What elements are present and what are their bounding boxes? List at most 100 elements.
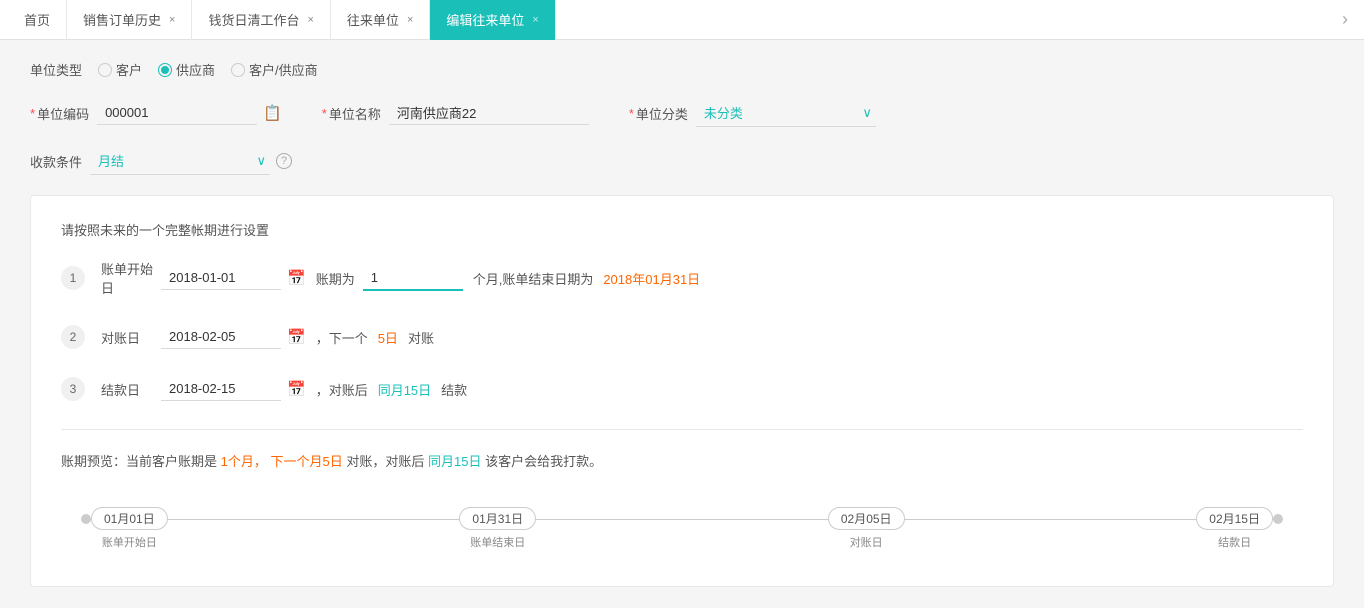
tab-cash-work-label: 钱货日清工作台 [208, 10, 299, 29]
row-num-1: 1 [61, 266, 85, 290]
tab-sales-order-history-close[interactable]: × [169, 14, 175, 26]
timeline-line-container: 01月01日 账单开始日 01月31日 账单结束日 02月05日 对账日 02月… [91, 519, 1273, 562]
tab-more-button[interactable]: › [1334, 9, 1356, 30]
unit-type-label: 单位类型 [30, 60, 82, 79]
tab-cash-work-close[interactable]: × [307, 14, 313, 26]
unit-code-required: * [30, 106, 35, 121]
radio-both-circle [231, 63, 245, 77]
unit-category-label: 单位分类 [636, 104, 688, 123]
reconcile-date-input[interactable] [161, 325, 281, 349]
reconcile-date-label: 对账日 [101, 328, 161, 347]
unit-code-copy-icon[interactable]: 📋 [263, 104, 282, 122]
timeline-point-1: 01月01日 账单开始日 [91, 507, 168, 550]
period-input[interactable] [363, 266, 463, 291]
tab-home-label: 首页 [24, 10, 50, 29]
reconcile-date-cal-icon[interactable]: 📅 [287, 328, 306, 346]
timeline-desc-3: 对账日 [850, 534, 883, 550]
page-content: 单位类型 客户 供应商 客户/供应商 * 单位编码 [0, 40, 1364, 608]
row-num-3: 3 [61, 377, 85, 401]
preview-p2: 下一个月5日 [271, 454, 343, 469]
timeline-right-dot [1273, 514, 1283, 524]
section-title: 请按照未来的一个完整帐期进行设置 [61, 220, 1303, 239]
timeline-node-2: 01月31日 [459, 507, 536, 530]
timeline-desc-4: 结款日 [1218, 534, 1251, 550]
payment-date-row: 3 结款日 📅 ，对账后 同月15日 结款 [61, 377, 1303, 401]
preview-p4: 同月15日 [428, 454, 481, 469]
tab-partner-unit[interactable]: 往来单位 × [331, 0, 430, 40]
start-date-row: 1 账单开始日 📅 账期为 个月,账单结束日期为 2018年01月31日 [61, 259, 1303, 297]
payment-terms-help-icon[interactable]: ? [276, 153, 292, 169]
billing-period-section: 请按照未来的一个完整帐期进行设置 1 账单开始日 📅 账期为 个月,账单结束日期… [30, 195, 1334, 587]
payment-highlight1: 同月15日 [378, 380, 431, 399]
start-date-suffix-before: 账期为 [316, 269, 355, 288]
unit-category-required: * [629, 106, 634, 121]
payment-suffix1: ，对账后 [316, 380, 368, 399]
radio-both[interactable]: 客户/供应商 [231, 60, 318, 79]
timeline: 01月01日 账单开始日 01月31日 账单结束日 02月05日 对账日 02月… [61, 497, 1303, 562]
payment-suffix2: 结款 [441, 380, 467, 399]
tab-edit-partner-unit-close[interactable]: × [532, 14, 538, 26]
unit-code-item: * 单位编码 📋 [30, 101, 282, 125]
start-date-end-highlight: 2018年01月31日 [603, 269, 700, 288]
timeline-point-4: 02月15日 结款日 [1196, 507, 1273, 550]
unit-type-radio-group: 客户 供应商 客户/供应商 [98, 60, 318, 79]
payment-terms-select[interactable]: 月结 ∨ [90, 147, 270, 175]
radio-supplier-label: 供应商 [176, 60, 215, 79]
start-date-label: 账单开始日 [101, 259, 161, 297]
timeline-node-1: 01月01日 [91, 507, 168, 530]
payment-terms-label: 收款条件 [30, 152, 82, 171]
preview-p3: 对账，对账后 [346, 454, 424, 469]
row-num-2: 2 [61, 325, 85, 349]
tab-sales-order-history-label: 销售订单历史 [83, 10, 161, 29]
timeline-desc-2: 账单结束日 [470, 534, 525, 550]
preview-p5: 该客户会给我打款。 [485, 454, 602, 469]
unit-type-row: 单位类型 客户 供应商 客户/供应商 [30, 60, 1334, 79]
preview-label: 账期预览：当前客户账期是 [61, 454, 217, 469]
radio-supplier[interactable]: 供应商 [158, 60, 215, 79]
payment-terms-item: 收款条件 月结 ∨ ? [30, 147, 292, 175]
reconcile-suffix1: ，下一个 [316, 328, 368, 347]
radio-both-label: 客户/供应商 [249, 60, 318, 79]
unit-type-item: 单位类型 客户 供应商 客户/供应商 [30, 60, 318, 79]
section-divider [61, 429, 1303, 430]
timeline-left-dot [81, 514, 91, 524]
timeline-desc-1: 账单开始日 [102, 534, 157, 550]
unit-name-required: * [322, 106, 327, 121]
tab-partner-unit-close[interactable]: × [407, 14, 413, 26]
start-date-cal-icon[interactable]: 📅 [287, 269, 306, 287]
payment-date-input[interactable] [161, 377, 281, 401]
preview-text: 账期预览：当前客户账期是 1个月， 下一个月5日 对账，对账后 同月15日 该客… [61, 450, 1303, 473]
payment-date-label: 结款日 [101, 380, 161, 399]
timeline-node-4: 02月15日 [1196, 507, 1273, 530]
start-date-input[interactable] [161, 266, 281, 290]
reconcile-date-row: 2 对账日 📅 ，下一个 5日 对账 [61, 325, 1303, 349]
tab-home[interactable]: 首页 [8, 0, 67, 40]
tabs-bar: 首页 销售订单历史 × 钱货日清工作台 × 往来单位 × 编辑往来单位 × › [0, 0, 1364, 40]
radio-customer-label: 客户 [116, 60, 142, 79]
unit-name-label: 单位名称 [329, 104, 381, 123]
unit-name-input[interactable] [389, 101, 589, 125]
unit-category-arrow-icon: ∨ [858, 105, 876, 121]
tab-partner-unit-label: 往来单位 [347, 10, 399, 29]
radio-customer[interactable]: 客户 [98, 60, 142, 79]
timeline-points: 01月01日 账单开始日 01月31日 账单结束日 02月05日 对账日 02月… [91, 507, 1273, 550]
payment-terms-row: 收款条件 月结 ∨ ? [30, 147, 1334, 175]
payment-terms-arrow-icon: ∨ [253, 153, 271, 169]
tab-sales-order-history[interactable]: 销售订单历史 × [67, 0, 192, 40]
payment-terms-value: 月结 [90, 147, 252, 174]
timeline-point-2: 01月31日 账单结束日 [459, 507, 536, 550]
radio-supplier-circle [158, 63, 172, 77]
tab-cash-work[interactable]: 钱货日清工作台 × [192, 0, 330, 40]
tab-edit-partner-unit-label: 编辑往来单位 [446, 10, 524, 29]
payment-date-cal-icon[interactable]: 📅 [287, 380, 306, 398]
unit-category-value: 未分类 [696, 99, 858, 126]
unit-category-item: * 单位分类 未分类 ∨ [629, 99, 876, 127]
unit-category-select[interactable]: 未分类 ∨ [696, 99, 876, 127]
radio-customer-circle [98, 63, 112, 77]
unit-code-label: 单位编码 [37, 104, 89, 123]
timeline-node-3: 02月05日 [828, 507, 905, 530]
reconcile-suffix2: 对账 [408, 328, 434, 347]
unit-name-item: * 单位名称 [322, 101, 589, 125]
unit-code-input[interactable] [97, 101, 257, 125]
tab-edit-partner-unit[interactable]: 编辑往来单位 × [430, 0, 555, 40]
